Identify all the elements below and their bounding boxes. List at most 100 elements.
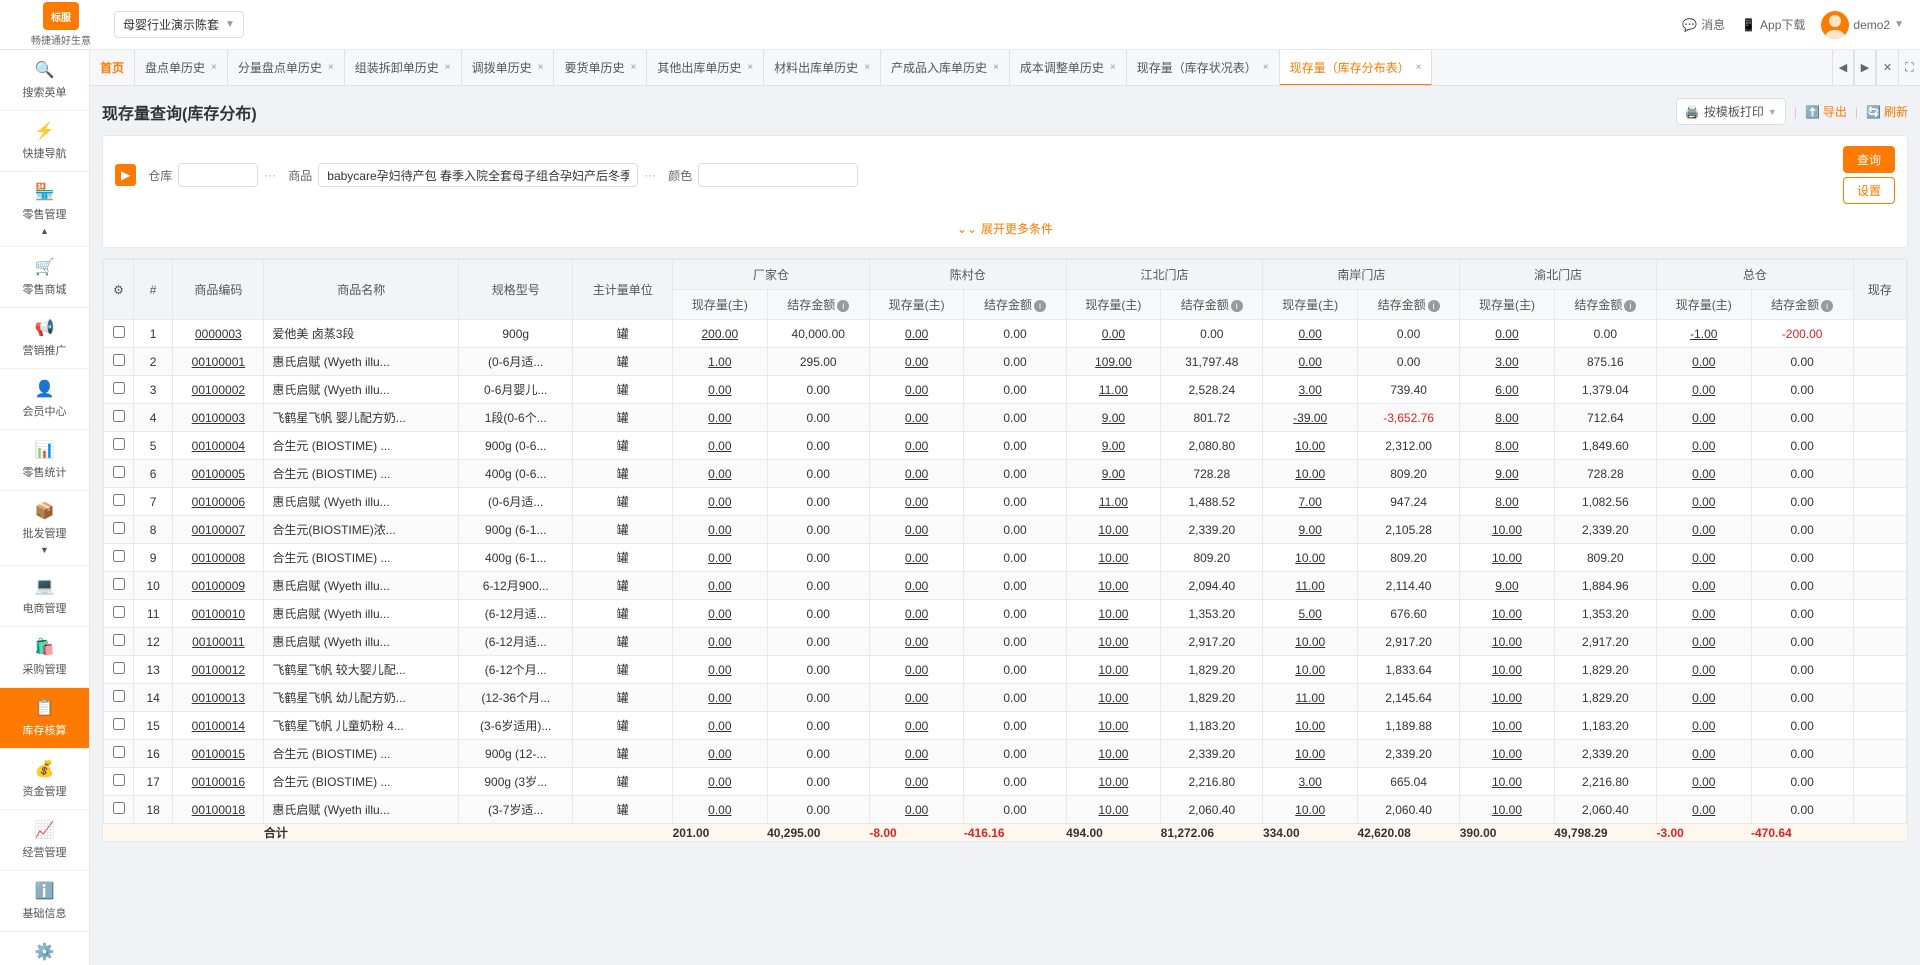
cell-no: 16 bbox=[134, 740, 173, 768]
jb-amt-info-icon[interactable]: i bbox=[1231, 300, 1243, 312]
tab-home[interactable]: 首页 bbox=[90, 50, 135, 86]
tab-7-close-icon[interactable]: × bbox=[864, 62, 870, 73]
tab-2[interactable]: 分量盘点单历史 × bbox=[228, 50, 345, 86]
cell-y-stock: 10.00 bbox=[1460, 656, 1555, 684]
warehouse-input[interactable] bbox=[178, 163, 258, 187]
cell-checkbox[interactable] bbox=[104, 712, 134, 740]
cell-checkbox[interactable] bbox=[104, 796, 134, 824]
cell-checkbox[interactable] bbox=[104, 768, 134, 796]
export-button[interactable]: ⬆️ 导出 bbox=[1805, 103, 1847, 120]
app-download-btn[interactable]: 📱 App下载 bbox=[1741, 16, 1805, 33]
tab-11-close-icon[interactable]: × bbox=[1416, 62, 1422, 73]
cell-unit: 罐 bbox=[573, 460, 673, 488]
tab-9[interactable]: 成本调整单历史 × bbox=[1010, 50, 1127, 86]
cell-checkbox[interactable] bbox=[104, 628, 134, 656]
print-button[interactable]: 🖨️ 按模板打印 ▼ bbox=[1676, 98, 1786, 125]
factory-amt-info-icon[interactable]: i bbox=[837, 300, 849, 312]
cell-c-stock: 0.00 bbox=[869, 544, 964, 572]
goods-input[interactable] bbox=[318, 163, 638, 187]
tab-8[interactable]: 产成品入库单历史 × bbox=[881, 50, 1010, 86]
tab-6-close-icon[interactable]: × bbox=[747, 62, 753, 73]
cell-checkbox[interactable] bbox=[104, 516, 134, 544]
message-btn[interactable]: 💬 消息 bbox=[1682, 16, 1725, 33]
more-conditions-button[interactable]: ⌄⌄ 展开更多条件 bbox=[957, 220, 1053, 237]
tab-expand-btn[interactable]: ⛶ bbox=[1898, 50, 1920, 86]
sidebar-item-inventory[interactable]: 📋 库存核算 bbox=[0, 688, 89, 749]
sidebar-item-search[interactable]: 🔍 搜索英单 bbox=[0, 50, 89, 111]
total-amt-info-icon[interactable]: i bbox=[1821, 300, 1833, 312]
cell-checkbox[interactable] bbox=[104, 572, 134, 600]
filter-expand-button[interactable]: ▶ bbox=[115, 164, 136, 186]
tab-6[interactable]: 其他出库单历史 × bbox=[647, 50, 764, 86]
tab-3-close-icon[interactable]: × bbox=[445, 62, 451, 73]
tab-7[interactable]: 材料出库单历史 × bbox=[764, 50, 881, 86]
sidebar-item-finance[interactable]: 💰 资金管理 bbox=[0, 749, 89, 810]
cell-checkbox[interactable] bbox=[104, 320, 134, 348]
tab-8-close-icon[interactable]: × bbox=[993, 62, 999, 73]
tab-3[interactable]: 组装拆卸单历史 × bbox=[345, 50, 462, 86]
cell-code: 00100010 bbox=[173, 600, 264, 628]
cell-spec: 400g (0-6... bbox=[459, 460, 573, 488]
tab-10-close-icon[interactable]: × bbox=[1263, 62, 1269, 73]
sidebar-item-member[interactable]: 👤 会员中心 bbox=[0, 369, 89, 430]
cell-checkbox[interactable] bbox=[104, 600, 134, 628]
tab-2-close-icon[interactable]: × bbox=[328, 62, 334, 73]
tab-1-close-icon[interactable]: × bbox=[211, 62, 217, 73]
cell-f-stock: 0.00 bbox=[673, 628, 768, 656]
query-button[interactable]: 查询 bbox=[1843, 146, 1895, 173]
cell-checkbox[interactable] bbox=[104, 376, 134, 404]
tab-5-close-icon[interactable]: × bbox=[630, 62, 636, 73]
sidebar-item-basics[interactable]: ℹ️ 基础信息 bbox=[0, 871, 89, 932]
cell-checkbox[interactable] bbox=[104, 740, 134, 768]
tab-1[interactable]: 盘点单历史 × bbox=[135, 50, 228, 86]
chen-amt-info-icon[interactable]: i bbox=[1034, 300, 1046, 312]
yb-amt-info-icon[interactable]: i bbox=[1624, 300, 1636, 312]
tab-11[interactable]: 现存量（库存分布表） × bbox=[1280, 50, 1433, 86]
cell-checkbox[interactable] bbox=[104, 432, 134, 460]
cell-checkbox[interactable] bbox=[104, 684, 134, 712]
sidebar-item-retail-mgmt[interactable]: 🏪 零售管理 ▲ bbox=[0, 172, 89, 247]
sidebar-item-ecommerce[interactable]: 💻 电商管理 bbox=[0, 566, 89, 627]
goods-more-icon[interactable]: ··· bbox=[644, 168, 656, 182]
na-amt-info-icon[interactable]: i bbox=[1428, 300, 1440, 312]
cell-checkbox[interactable] bbox=[104, 460, 134, 488]
cell-t-amt: 0.00 bbox=[1751, 544, 1853, 572]
sidebar-item-system[interactable]: ⚙️ 系统管理 bbox=[0, 932, 89, 965]
industry-dropdown[interactable]: 母婴行业演示陈套 ▼ bbox=[114, 11, 244, 38]
cell-checkbox[interactable] bbox=[104, 488, 134, 516]
cell-c-stock: 0.00 bbox=[869, 432, 964, 460]
tab-close-all-btn[interactable]: ✕ bbox=[1876, 50, 1898, 86]
cell-c-amt: 0.00 bbox=[964, 320, 1066, 348]
color-input[interactable] bbox=[698, 163, 858, 187]
sidebar-item-wholesale[interactable]: 📦 批发管理 ▼ bbox=[0, 491, 89, 566]
cell-checkbox[interactable] bbox=[104, 656, 134, 684]
sidebar-item-operations[interactable]: 📈 经营管理 bbox=[0, 810, 89, 871]
col-settings[interactable]: ⚙ bbox=[104, 260, 134, 320]
sidebar-item-marketing[interactable]: 📢 营销推广 bbox=[0, 308, 89, 369]
tab-9-close-icon[interactable]: × bbox=[1110, 62, 1116, 73]
sidebar-item-retail-mall[interactable]: 🛒 零售商城 bbox=[0, 247, 89, 308]
cell-extra bbox=[1853, 544, 1906, 572]
sidebar-item-nav[interactable]: ⚡ 快捷导航 bbox=[0, 111, 89, 172]
cell-t-stock: 0.00 bbox=[1657, 376, 1752, 404]
cell-spec: (12-36个月... bbox=[459, 684, 573, 712]
tab-prev-btn[interactable]: ◀ bbox=[1832, 50, 1854, 86]
tab-10[interactable]: 现存量（库存状况表） × bbox=[1127, 50, 1280, 86]
cell-j-stock: 10.00 bbox=[1066, 516, 1161, 544]
cell-code: 00100015 bbox=[173, 740, 264, 768]
warehouse-more-icon[interactable]: ··· bbox=[264, 168, 276, 182]
cell-t-stock: 0.00 bbox=[1657, 796, 1752, 824]
tab-4[interactable]: 调拨单历史 × bbox=[462, 50, 555, 86]
cell-extra bbox=[1853, 488, 1906, 516]
tab-4-close-icon[interactable]: × bbox=[538, 62, 544, 73]
tab-next-btn[interactable]: ▶ bbox=[1854, 50, 1876, 86]
settings-button[interactable]: 设置 bbox=[1843, 177, 1895, 204]
sidebar-item-retail-stats[interactable]: 📊 零售统计 bbox=[0, 430, 89, 491]
sidebar-item-purchase[interactable]: 🛍️ 采购管理 bbox=[0, 627, 89, 688]
cell-checkbox[interactable] bbox=[104, 544, 134, 572]
tab-5[interactable]: 要货单历史 × bbox=[554, 50, 647, 86]
cell-checkbox[interactable] bbox=[104, 404, 134, 432]
cell-checkbox[interactable] bbox=[104, 348, 134, 376]
refresh-button[interactable]: 🔄 刷新 bbox=[1866, 103, 1908, 120]
user-area[interactable]: demo2 ▼ bbox=[1821, 11, 1904, 39]
